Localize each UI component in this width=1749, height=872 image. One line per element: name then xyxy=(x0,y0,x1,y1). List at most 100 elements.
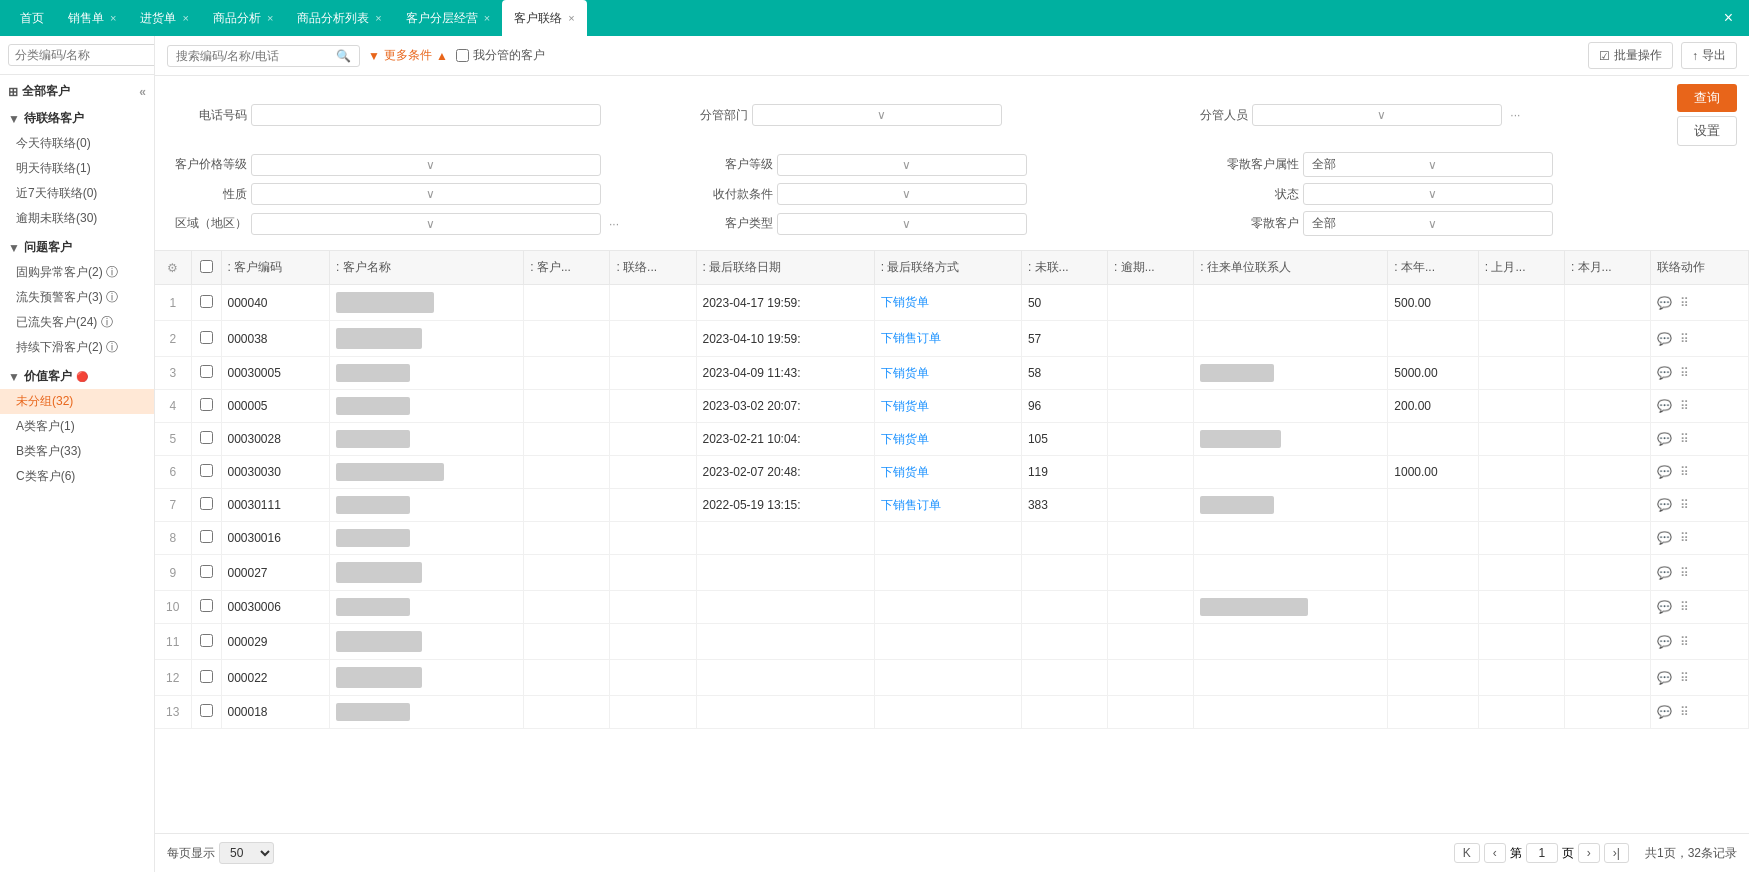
cell-check[interactable] xyxy=(191,660,221,696)
cell-check[interactable] xyxy=(191,489,221,522)
sidebar-search-input[interactable] xyxy=(8,44,155,66)
phone-input[interactable] xyxy=(251,104,601,126)
filter-search-icon[interactable]: 🔍 xyxy=(336,49,351,63)
region-select[interactable]: ∨ xyxy=(251,213,601,235)
cell-check[interactable] xyxy=(191,285,221,321)
cell-check[interactable] xyxy=(191,555,221,591)
reset-button[interactable]: 设置 xyxy=(1677,116,1737,146)
sidebar-item-declining[interactable]: 持续下滑客户(2) ⓘ xyxy=(0,335,154,360)
tab-goods-analysis[interactable]: 商品分析 × xyxy=(201,0,285,36)
chat-icon[interactable]: 💬 xyxy=(1657,399,1672,413)
sidebar-item-ungrouped[interactable]: 未分组(32) xyxy=(0,389,154,414)
sidebar-item-lost[interactable]: 已流失客户(24) ⓘ xyxy=(0,310,154,335)
tab-customer-layer[interactable]: 客户分层经营 × xyxy=(394,0,502,36)
sidebar-item-abnormal[interactable]: 固购异常客户(2) ⓘ xyxy=(0,260,154,285)
sidebar-item-class-a[interactable]: A类客户(1) xyxy=(0,414,154,439)
chat-icon[interactable]: 💬 xyxy=(1657,566,1672,580)
more-action-icon[interactable]: ⠿ xyxy=(1680,296,1689,310)
page-input[interactable] xyxy=(1526,843,1558,863)
col-settings[interactable]: ⚙ xyxy=(155,251,191,285)
cell-last-method[interactable] xyxy=(874,696,1021,729)
filter-search-input[interactable] xyxy=(176,49,336,63)
last-method-link[interactable]: 下销货单 xyxy=(881,465,929,479)
group-problem-label[interactable]: ▼ 问题客户 xyxy=(0,235,154,260)
more-action-icon[interactable]: ⠿ xyxy=(1680,465,1689,479)
last-method-link[interactable]: 下销货单 xyxy=(881,432,929,446)
tab-purchase-close[interactable]: × xyxy=(182,12,188,24)
chat-icon[interactable]: 💬 xyxy=(1657,465,1672,479)
chat-icon[interactable]: 💬 xyxy=(1657,600,1672,614)
cell-last-method[interactable] xyxy=(874,624,1021,660)
more-action-icon[interactable]: ⠿ xyxy=(1680,635,1689,649)
last-method-link[interactable]: 下销货单 xyxy=(881,295,929,309)
chat-icon[interactable]: 💬 xyxy=(1657,635,1672,649)
dept-select[interactable]: ∨ xyxy=(752,104,1002,126)
chat-icon[interactable]: 💬 xyxy=(1657,671,1672,685)
cell-check[interactable] xyxy=(191,390,221,423)
chat-icon[interactable]: 💬 xyxy=(1657,296,1672,310)
prev-page-btn[interactable]: ‹ xyxy=(1484,843,1506,863)
cell-last-method[interactable] xyxy=(874,522,1021,555)
cell-last-method[interactable] xyxy=(874,660,1021,696)
cell-check[interactable] xyxy=(191,456,221,489)
customer-type-select[interactable]: ∨ xyxy=(777,213,1027,235)
sidebar-item-today[interactable]: 今天待联络(0) xyxy=(0,131,154,156)
cell-check[interactable] xyxy=(191,591,221,624)
price-level-select[interactable]: ∨ xyxy=(251,154,601,176)
more-action-icon[interactable]: ⠿ xyxy=(1680,671,1689,685)
tab-customer-layer-close[interactable]: × xyxy=(484,12,490,24)
chat-icon[interactable]: 💬 xyxy=(1657,366,1672,380)
more-action-icon[interactable]: ⠿ xyxy=(1680,600,1689,614)
cell-check[interactable] xyxy=(191,522,221,555)
cell-last-method[interactable] xyxy=(874,555,1021,591)
more-action-icon[interactable]: ⠿ xyxy=(1680,531,1689,545)
customer-level-select[interactable]: ∨ xyxy=(777,154,1027,176)
last-method-link[interactable]: 下销售订单 xyxy=(881,498,941,512)
cell-check[interactable] xyxy=(191,321,221,357)
cell-last-method[interactable]: 下销货单 xyxy=(874,285,1021,321)
tab-goods-list-close[interactable]: × xyxy=(375,12,381,24)
region-more-icon[interactable]: ··· xyxy=(609,217,619,231)
check-all-input[interactable] xyxy=(200,260,213,273)
nature-select[interactable]: ∨ xyxy=(251,183,601,205)
tab-sales[interactable]: 销售单 × xyxy=(56,0,128,36)
sparse-attr-select[interactable]: 全部 ∨ xyxy=(1303,152,1553,177)
tab-home[interactable]: 首页 xyxy=(8,0,56,36)
more-action-icon[interactable]: ⠿ xyxy=(1680,332,1689,346)
col-check-all[interactable] xyxy=(191,251,221,285)
more-conditions-btn[interactable]: ▼ 更多条件 ▲ xyxy=(368,47,448,64)
tab-purchase[interactable]: 进货单 × xyxy=(128,0,200,36)
manager-select[interactable]: ∨ xyxy=(1252,104,1502,126)
more-action-icon[interactable]: ⠿ xyxy=(1680,432,1689,446)
window-close-btn[interactable]: × xyxy=(1716,9,1741,27)
query-button[interactable]: 查询 xyxy=(1677,84,1737,112)
manager-more-icon[interactable]: ··· xyxy=(1510,108,1520,122)
last-page-btn[interactable]: ›| xyxy=(1604,843,1629,863)
next-page-btn[interactable]: › xyxy=(1578,843,1600,863)
chat-icon[interactable]: 💬 xyxy=(1657,498,1672,512)
chat-icon[interactable]: 💬 xyxy=(1657,531,1672,545)
cell-last-method[interactable] xyxy=(874,591,1021,624)
sidebar-item-class-b[interactable]: B类客户(33) xyxy=(0,439,154,464)
cell-last-method[interactable]: 下销货单 xyxy=(874,357,1021,390)
cell-last-method[interactable]: 下销售订单 xyxy=(874,321,1021,357)
export-btn[interactable]: ↑ 导出 xyxy=(1681,42,1737,69)
group-pending-label[interactable]: ▼ 待联络客户 xyxy=(0,106,154,131)
more-action-icon[interactable]: ⠿ xyxy=(1680,498,1689,512)
cell-check[interactable] xyxy=(191,423,221,456)
per-page-select[interactable]: 50 100 200 xyxy=(219,842,274,864)
more-action-icon[interactable]: ⠿ xyxy=(1680,399,1689,413)
tab-customer-contact-close[interactable]: × xyxy=(568,12,574,24)
my-customers-checkbox[interactable]: 我分管的客户 xyxy=(456,47,545,64)
last-method-link[interactable]: 下销货单 xyxy=(881,366,929,380)
sidebar-item-tomorrow[interactable]: 明天待联络(1) xyxy=(0,156,154,181)
chat-icon[interactable]: 💬 xyxy=(1657,705,1672,719)
last-method-link[interactable]: 下销货单 xyxy=(881,399,929,413)
chat-icon[interactable]: 💬 xyxy=(1657,432,1672,446)
sidebar-item-overdue[interactable]: 逾期未联络(30) xyxy=(0,206,154,231)
payment-select[interactable]: ∨ xyxy=(777,183,1027,205)
group-value-label[interactable]: ▼ 价值客户 🔴 xyxy=(0,364,154,389)
cell-last-method[interactable]: 下销货单 xyxy=(874,456,1021,489)
tab-sales-close[interactable]: × xyxy=(110,12,116,24)
cell-last-method[interactable]: 下销售订单 xyxy=(874,489,1021,522)
